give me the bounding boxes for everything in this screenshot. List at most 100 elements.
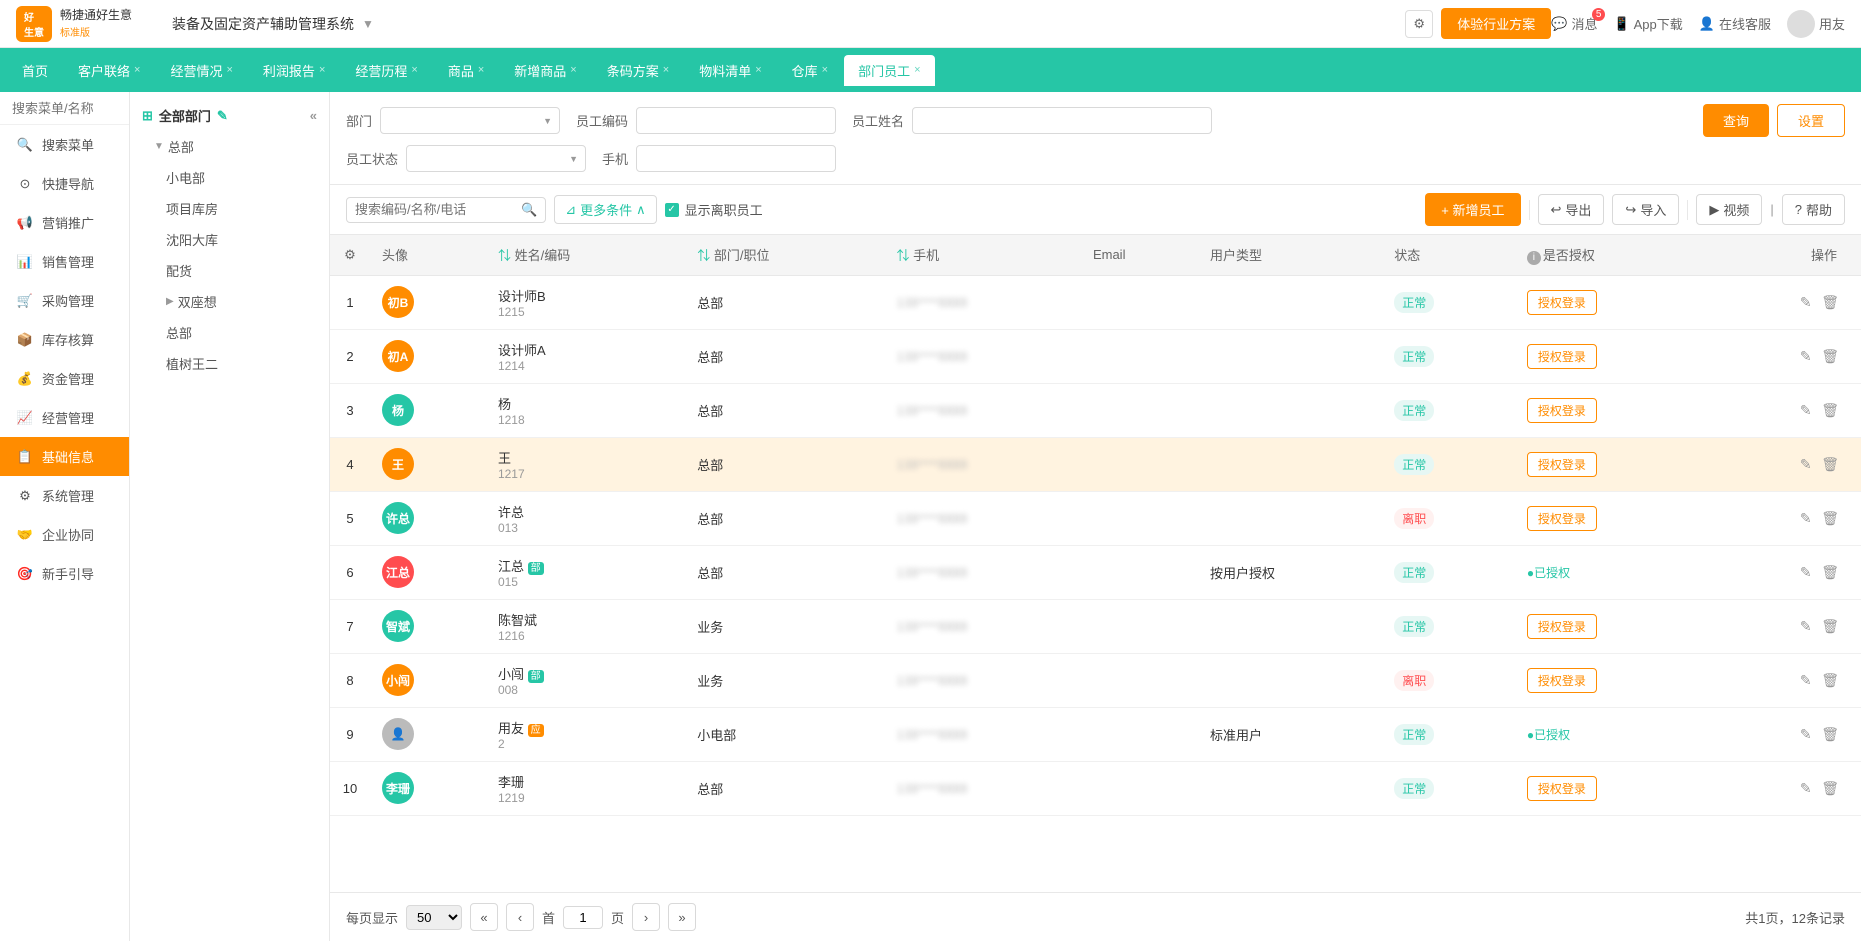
delete-button[interactable]: 🗑 [1821,564,1839,580]
app-download-button[interactable]: 📱 App下载 [1613,14,1682,33]
tree-item-head[interactable]: ▼ 总部 [130,131,329,162]
add-employee-button[interactable]: + 新增员工 [1425,193,1520,226]
delete-button[interactable]: 🗑 [1821,294,1839,310]
last-page-button[interactable]: » [668,903,696,931]
auth-login-button[interactable]: 授权登录 [1527,614,1597,639]
tree-item-delivery[interactable]: 配货 [130,255,329,286]
show-resign-toggle[interactable]: ✓ 显示离职员工 [665,200,763,219]
auth-login-button[interactable]: 授权登录 [1527,290,1597,315]
tree-item-plant[interactable]: 植树王二 [130,348,329,379]
tab-barcode[interactable]: 条码方案 × [593,55,683,86]
tab-warehouse[interactable]: 仓库 × [778,55,842,86]
edit-button[interactable]: ✎ [1800,780,1812,796]
tree-item-project[interactable]: 项目库房 [130,193,329,224]
sidebar-item-sales[interactable]: 📊 销售管理 [0,242,129,281]
close-icon[interactable]: × [319,64,325,76]
sidebar-item-purchase[interactable]: 🛒 采购管理 [0,281,129,320]
help-button[interactable]: ? 帮助 [1782,194,1845,225]
tab-bom[interactable]: 物料清单 × [685,55,775,86]
edit-button[interactable]: ✎ [1800,564,1812,580]
edit-button[interactable]: ✎ [1800,456,1812,472]
import-button[interactable]: ↪ 导入 [1612,194,1679,225]
col-dept[interactable]: ⇅ 部门/职位 [685,235,884,275]
sidebar-search-input[interactable] [12,101,130,116]
delete-button[interactable]: 🗑 [1821,672,1839,688]
delete-button[interactable]: 🗑 [1821,456,1839,472]
message-button[interactable]: 💬 消息 5 [1551,14,1597,33]
search-input[interactable] [355,202,515,217]
tab-profit[interactable]: 利润报告 × [249,55,339,86]
auth-login-button[interactable]: 授权登录 [1527,452,1597,477]
tree-item-head2[interactable]: 总部 [130,317,329,348]
sidebar-item-business[interactable]: 📈 经营管理 [0,398,129,437]
close-icon[interactable]: × [478,64,484,76]
sidebar-item-marketing[interactable]: 📢 营销推广 [0,203,129,242]
edit-button[interactable]: ✎ [1800,510,1812,526]
sidebar-item-guide[interactable]: 🎯 新手引导 [0,554,129,593]
dept-collapse-icon[interactable]: « [310,108,317,123]
col-settings[interactable]: ⚙ [330,235,370,275]
sidebar-item-collab[interactable]: 🤝 企业协同 [0,515,129,554]
tab-customer[interactable]: 客户联络 × [64,55,154,86]
phone-input[interactable] [636,145,836,172]
view-button[interactable]: ▶ 视频 [1696,194,1762,225]
online-service-button[interactable]: 👤 在线客服 [1699,14,1771,33]
next-page-button[interactable]: › [632,903,660,931]
page-number-input[interactable] [563,906,603,929]
close-icon[interactable]: × [914,64,920,76]
tab-goods[interactable]: 商品 × [434,55,498,86]
tree-item-shenyang[interactable]: 沈阳大库 [130,224,329,255]
tab-home[interactable]: 首页 [8,55,62,86]
tree-item-double[interactable]: ▶ 双座想 [130,286,329,317]
close-icon[interactable]: × [755,64,761,76]
delete-button[interactable]: 🗑 [1821,348,1839,364]
query-button[interactable]: 查询 [1703,104,1769,137]
sidebar-item-basic[interactable]: 📋 基础信息 [0,437,129,476]
title-dropdown-arrow[interactable]: ▼ [362,17,374,31]
delete-button[interactable]: 🗑 [1821,402,1839,418]
auth-login-button[interactable]: 授权登录 [1527,344,1597,369]
auth-login-button[interactable]: 授权登录 [1527,776,1597,801]
emp-code-input[interactable] [636,107,836,134]
delete-button[interactable]: 🗑 [1821,780,1839,796]
sidebar-item-nav[interactable]: ⊙ 快捷导航 [0,164,129,203]
set-button[interactable]: 设置 [1777,104,1845,137]
show-resign-checkbox[interactable]: ✓ [665,203,679,217]
sidebar-item-inventory[interactable]: 📦 库存核算 [0,320,129,359]
trial-button[interactable]: 体验行业方案 [1441,8,1551,39]
close-icon[interactable]: × [663,64,669,76]
dept-select[interactable] [380,107,560,134]
tree-item-small-elec[interactable]: 小电部 [130,162,329,193]
auth-login-button[interactable]: 授权登录 [1527,668,1597,693]
edit-button[interactable]: ✎ [1800,672,1812,688]
first-page-button[interactable]: « [470,903,498,931]
per-page-select[interactable]: 50 100 [406,905,462,930]
emp-name-input[interactable] [912,107,1212,134]
edit-button[interactable]: ✎ [1800,618,1812,634]
sidebar-item-finance[interactable]: 💰 资金管理 [0,359,129,398]
more-filter-button[interactable]: ⊿ 更多条件 ∧ [554,195,656,224]
close-icon[interactable]: × [822,64,828,76]
sidebar-item-system[interactable]: ⚙ 系统管理 [0,476,129,515]
close-icon[interactable]: × [570,64,576,76]
sidebar-item-search[interactable]: 🔍 搜索菜单 [0,125,129,164]
gear-button[interactable]: ⚙ [1405,10,1433,38]
edit-button[interactable]: ✎ [1800,402,1812,418]
tab-add-goods[interactable]: 新增商品 × [500,55,590,86]
edit-button[interactable]: ✎ [1800,348,1812,364]
edit-button[interactable]: ✎ [1800,294,1812,310]
export-button[interactable]: ↩ 导出 [1538,194,1605,225]
col-name[interactable]: ⇅ 姓名/编码 [486,235,685,275]
delete-button[interactable]: 🗑 [1821,618,1839,634]
tab-department[interactable]: 部门员工 × [844,55,934,86]
prev-page-button[interactable]: ‹ [506,903,534,931]
close-icon[interactable]: × [411,64,417,76]
close-icon[interactable]: × [134,64,140,76]
tab-operation[interactable]: 经营情况 × [156,55,246,86]
auth-login-button[interactable]: 授权登录 [1527,398,1597,423]
delete-button[interactable]: 🗑 [1821,510,1839,526]
close-icon[interactable]: × [226,64,232,76]
auth-login-button[interactable]: 授权登录 [1527,506,1597,531]
user-area[interactable]: 用友 [1787,10,1845,38]
col-phone[interactable]: ⇅ 手机 [885,235,1081,275]
